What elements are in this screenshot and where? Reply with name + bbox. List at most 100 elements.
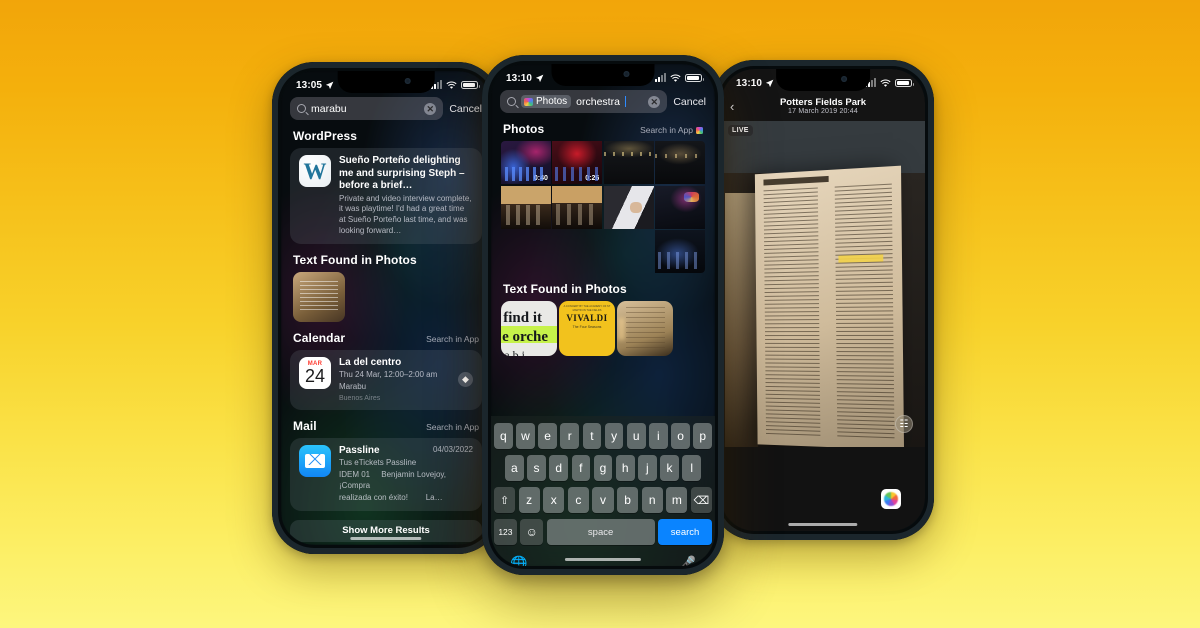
- key-k[interactable]: k: [660, 455, 679, 481]
- photo-tile[interactable]: [552, 185, 603, 229]
- section-header-mail: Mail Search in App: [281, 419, 491, 433]
- photo-tile[interactable]: [603, 185, 654, 229]
- emoji-icon[interactable]: ☺: [520, 519, 544, 545]
- key-r[interactable]: r: [560, 423, 580, 449]
- key-o[interactable]: o: [671, 423, 690, 449]
- photo-subtitle: 17 March 2019 20:44: [788, 108, 858, 116]
- book-left-page: [725, 192, 758, 447]
- result-card-wordpress[interactable]: W Sueño Porteño delighting me and surpri…: [290, 148, 482, 244]
- photo-tile[interactable]: [655, 230, 705, 273]
- key-q[interactable]: q: [493, 423, 513, 449]
- result-title: Sueño Porteño delighting me and surprisi…: [339, 155, 465, 191]
- viewer-nav-bar: ‹ Potters Fields Park 17 March 2019 20:4…: [721, 91, 925, 121]
- key-p[interactable]: p: [693, 423, 713, 449]
- search-in-app-link[interactable]: Search in App: [640, 125, 703, 135]
- photo-tile[interactable]: [655, 185, 705, 229]
- key-a[interactable]: a: [504, 455, 524, 481]
- key-z[interactable]: z: [518, 487, 540, 513]
- result-card-mail[interactable]: Passline 04/03/2022 Tus eTickets Passlin…: [290, 437, 482, 511]
- key-y[interactable]: y: [604, 423, 624, 449]
- location-arrow-icon: [325, 81, 334, 89]
- shift-icon[interactable]: ⇧: [494, 487, 516, 513]
- globe-icon[interactable]: 🌐: [510, 555, 527, 566]
- microphone-icon[interactable]: 🎤: [679, 555, 696, 566]
- section-header-photos: Photos Search in App: [491, 122, 715, 136]
- notch: [776, 69, 870, 91]
- mail-sender: Passline: [339, 444, 380, 456]
- numbers-key[interactable]: 123: [494, 519, 517, 545]
- text-found-thumbs-left: [281, 271, 491, 322]
- text-photo-thumb[interactable]: [617, 301, 673, 356]
- status-time: 13:10: [736, 77, 763, 89]
- spotlight-search-screen: 13:05 marabu ✕ Cancel WordPress W Sueño …: [281, 71, 491, 545]
- status-time: 13:05: [296, 79, 323, 91]
- live-badge[interactable]: LIVE: [728, 125, 753, 136]
- photos-app-icon[interactable]: [881, 489, 901, 509]
- key-c[interactable]: c: [567, 487, 589, 513]
- key-j[interactable]: j: [638, 455, 657, 481]
- mail-preview-3: realizada con éxito!: [339, 492, 408, 502]
- photo-tile[interactable]: [603, 141, 654, 184]
- section-title: Photos: [503, 122, 545, 136]
- key-m[interactable]: m: [666, 487, 688, 513]
- space-key[interactable]: space: [546, 519, 655, 545]
- key-t[interactable]: t: [582, 423, 602, 449]
- section-title: Text Found in Photos: [293, 252, 417, 267]
- key-u[interactable]: u: [626, 423, 646, 449]
- home-indicator[interactable]: [350, 537, 422, 540]
- home-indicator[interactable]: [564, 558, 642, 561]
- cancel-button[interactable]: Cancel: [673, 96, 706, 108]
- cellular-signal-icon: [655, 73, 666, 82]
- photo-tile[interactable]: 0:26: [552, 141, 603, 184]
- maps-pin-icon[interactable]: ◆: [458, 372, 473, 388]
- keyboard-row-2: a s d f g h j k l: [494, 455, 712, 481]
- text-photo-thumb[interactable]: find it e orche a b i: [501, 301, 557, 356]
- key-i[interactable]: i: [649, 423, 668, 449]
- mail-body: Passline 04/03/2022 Tus eTickets Passlin…: [339, 445, 473, 504]
- text-photo-thumb[interactable]: [293, 271, 345, 322]
- key-l[interactable]: l: [682, 455, 702, 481]
- photo-tile[interactable]: 0:40: [501, 141, 551, 184]
- highlighted-text: [838, 254, 884, 263]
- cancel-button[interactable]: Cancel: [449, 103, 482, 115]
- delete-icon[interactable]: ⌫: [690, 487, 712, 513]
- key-s[interactable]: s: [527, 455, 546, 481]
- key-d[interactable]: d: [549, 455, 568, 481]
- photo-tile[interactable]: [655, 141, 705, 184]
- home-indicator[interactable]: [788, 523, 858, 526]
- key-w[interactable]: w: [516, 423, 535, 449]
- photo-viewer-screen: 13:10 ‹ Potters Fields Park 17 March 201…: [721, 69, 925, 531]
- phone-right-screen: 13:10 ‹ Potters Fields Park 17 March 201…: [721, 69, 925, 531]
- section-header-text-found-center: Text Found in Photos: [491, 282, 715, 296]
- search-input-left[interactable]: marabu ✕: [290, 97, 444, 120]
- result-card-calendar[interactable]: MAR 24 La del centro Thu 24 Mar, 12:00–2…: [290, 349, 482, 410]
- key-f[interactable]: f: [571, 455, 591, 481]
- search-input-value: marabu: [311, 102, 347, 115]
- key-x[interactable]: x: [543, 487, 565, 513]
- search-scope-token-photos[interactable]: Photos: [521, 95, 572, 108]
- clear-icon[interactable]: ✕: [648, 95, 661, 108]
- photo-title: Potters Fields Park: [779, 96, 867, 108]
- photo-canvas[interactable]: ☷: [721, 121, 925, 447]
- search-key[interactable]: search: [658, 519, 713, 545]
- wordpress-icon: W: [299, 155, 331, 187]
- search-in-app-link[interactable]: Search in App: [426, 422, 479, 432]
- key-g[interactable]: g: [593, 455, 613, 481]
- search-input-center[interactable]: Photos orchestra ✕: [500, 90, 668, 113]
- chevron-left-icon[interactable]: ‹: [730, 99, 734, 114]
- key-e[interactable]: e: [538, 423, 557, 449]
- search-in-app-link[interactable]: Search in App: [426, 334, 479, 344]
- key-v[interactable]: v: [592, 487, 614, 513]
- text-photo-thumb[interactable]: A CONCERT BY THE ACADEMY OF ST MARTIN IN…: [559, 301, 615, 356]
- key-b[interactable]: b: [617, 487, 639, 513]
- spotlight-search-screen-center: 13:10 Photos orchestra ✕ Cancel Photos S…: [491, 64, 715, 566]
- live-text-scan-icon[interactable]: ☷: [895, 415, 913, 433]
- event-meta: Buenos Aires: [339, 394, 381, 402]
- key-n[interactable]: n: [641, 487, 663, 513]
- photo-tile[interactable]: [501, 185, 551, 229]
- key-h[interactable]: h: [615, 455, 635, 481]
- token-label: Photos: [536, 96, 568, 107]
- search-bar-row-center: Photos orchestra ✕ Cancel: [491, 90, 715, 113]
- section-title: Calendar: [293, 330, 346, 345]
- clear-icon[interactable]: ✕: [424, 102, 437, 115]
